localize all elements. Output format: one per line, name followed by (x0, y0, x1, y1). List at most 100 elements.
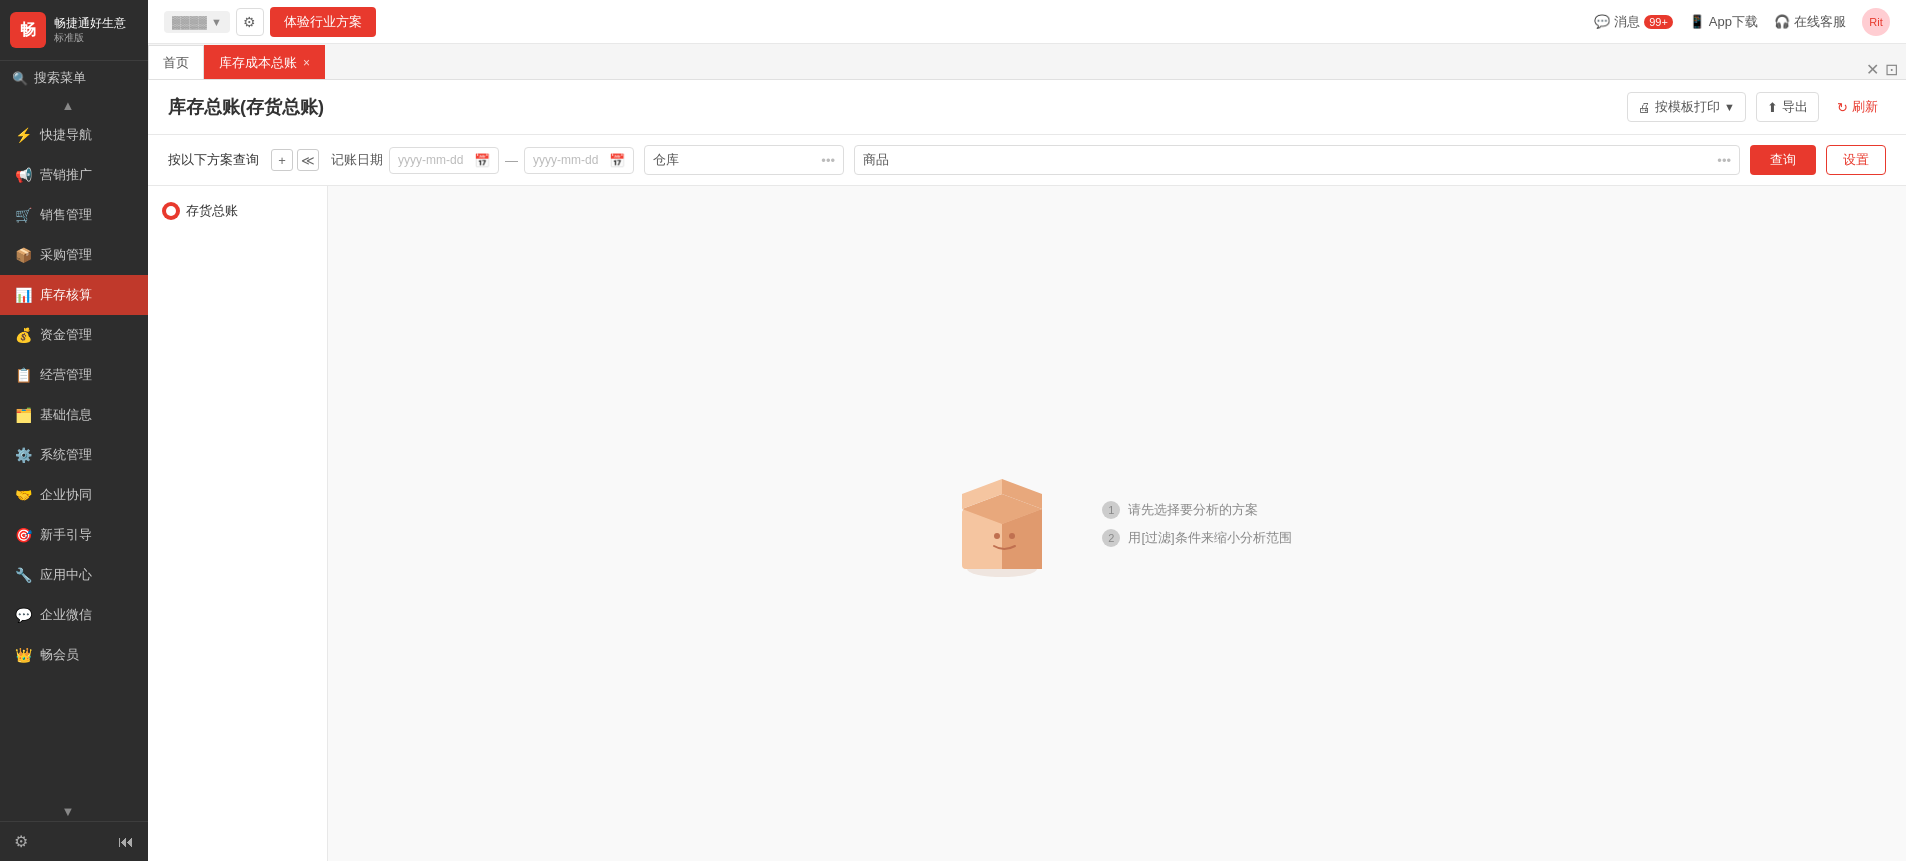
sidebar-footer: ⚙ ⏮ (0, 821, 148, 861)
app-download-button[interactable]: 📱 App下载 (1689, 13, 1758, 31)
settings-icon[interactable]: ⚙ (14, 832, 28, 851)
sidebar-item-label: 新手引导 (40, 526, 92, 544)
tab-home-label: 首页 (163, 54, 189, 72)
svg-point-7 (994, 533, 1000, 539)
tabs-right-controls: ✕ ⊡ (1866, 60, 1906, 79)
calendar-start-icon[interactable]: 📅 (474, 153, 490, 168)
date-start-input[interactable]: yyyy-mm-dd 📅 (389, 147, 499, 174)
product-label: 商品 (863, 151, 889, 169)
tab-close-panel-icon[interactable]: ✕ (1866, 60, 1879, 79)
warehouse-input[interactable]: 仓库 ••• (644, 145, 844, 175)
page-title: 库存总账(存货总账) (168, 95, 324, 119)
search-icon: 🔍 (12, 71, 28, 86)
member-icon: 👑 (14, 646, 32, 664)
sidebar-item-label: 资金管理 (40, 326, 92, 344)
calendar-end-icon[interactable]: 📅 (609, 153, 625, 168)
product-filter-field: 商品 ••• (854, 145, 1740, 175)
empty-state: 1 请先选择要分析的方案 2 用[过滤]条件来缩小分析范围 (328, 186, 1906, 861)
sidebar: 畅 畅捷通好生意 标准版 🔍 搜索菜单 ▲ ⚡ 快捷导航 📢 营销推广 🛒 销售… (0, 0, 148, 861)
message-button[interactable]: 💬 消息 99+ (1594, 13, 1673, 31)
tab-resize-icon[interactable]: ⊡ (1885, 60, 1898, 79)
sidebar-item-purchase[interactable]: 📦 采购管理 (0, 235, 148, 275)
sidebar-item-marketing[interactable]: 📢 营销推广 (0, 155, 148, 195)
topbar-gear-button[interactable]: ⚙ (236, 8, 264, 36)
refresh-button[interactable]: ↻ 刷新 (1829, 93, 1886, 121)
sales-icon: 🛒 (14, 206, 32, 224)
export-icon: ⬆ (1767, 100, 1778, 115)
settings-button[interactable]: 设置 (1826, 145, 1886, 175)
hint1-text: 请先选择要分析的方案 (1128, 501, 1258, 519)
refresh-label: 刷新 (1852, 98, 1878, 116)
search-menu-label: 搜索菜单 (34, 69, 86, 87)
filter-scheme-label: 按以下方案查询 (168, 151, 259, 169)
scheme-icon (162, 202, 180, 220)
sidebar-scroll-up[interactable]: ▲ (0, 95, 136, 115)
scheme-item-label: 存货总账 (186, 202, 238, 220)
breadcrumb-selector[interactable]: ▓▓▓▓ ▼ (164, 11, 230, 33)
tab-inventory-ledger[interactable]: 库存成本总账 × (204, 45, 325, 79)
tab-close-icon[interactable]: × (303, 56, 310, 70)
sidebar-item-label: 经营管理 (40, 366, 92, 384)
date-start-placeholder: yyyy-mm-dd (398, 153, 463, 167)
sidebar-item-wechat[interactable]: 💬 企业微信 (0, 595, 148, 635)
logo-icon: 畅 (10, 12, 46, 48)
product-input[interactable]: 商品 ••• (854, 145, 1740, 175)
sidebar-item-operations[interactable]: 📋 经营管理 (0, 355, 148, 395)
search-menu[interactable]: 🔍 搜索菜单 (0, 61, 148, 95)
sidebar-item-inventory[interactable]: 📊 库存核算 (0, 275, 148, 315)
template-print-button[interactable]: 🖨 按模板打印 ▼ (1627, 92, 1746, 122)
product-more-icon[interactable]: ••• (1717, 153, 1731, 168)
app-logo: 畅 畅捷通好生意 标准版 (0, 0, 148, 61)
app-name: 畅捷通好生意 (54, 15, 126, 32)
sidebar-item-finance[interactable]: 💰 资金管理 (0, 315, 148, 355)
sidebar-item-label: 企业微信 (40, 606, 92, 624)
sidebar-item-system[interactable]: ⚙️ 系统管理 (0, 435, 148, 475)
chevron-down-icon: ▼ (211, 16, 222, 28)
warehouse-more-icon[interactable]: ••• (821, 153, 835, 168)
sidebar-scroll-down[interactable]: ▼ (0, 801, 136, 821)
scheme-item-inventory[interactable]: 存货总账 (148, 194, 327, 228)
page-header: 库存总账(存货总账) 🖨 按模板打印 ▼ ⬆ 导出 ↻ 刷新 (148, 80, 1906, 135)
empty-hint-1: 1 请先选择要分析的方案 (1102, 501, 1291, 519)
sidebar-item-sales[interactable]: 🛒 销售管理 (0, 195, 148, 235)
filter-row: 记账日期 yyyy-mm-dd 📅 — yyyy-mm-dd 📅 仓库 ••• (331, 145, 1886, 175)
date-end-input[interactable]: yyyy-mm-dd 📅 (524, 147, 634, 174)
date-field-label: 记账日期 (331, 151, 383, 169)
sidebar-item-label: 销售管理 (40, 206, 92, 224)
purchase-icon: 📦 (14, 246, 32, 264)
filter-collapse-button[interactable]: ≪ (297, 149, 319, 171)
hint2-text: 用[过滤]条件来缩小分析范围 (1128, 529, 1291, 547)
filter-add-button[interactable]: + (271, 149, 293, 171)
sidebar-item-label: 营销推广 (40, 166, 92, 184)
sidebar-item-app-center[interactable]: 🔧 应用中心 (0, 555, 148, 595)
sidebar-item-label: 快捷导航 (40, 126, 92, 144)
filter-actions: + ≪ (271, 149, 319, 171)
app-download-label: App下载 (1709, 13, 1758, 31)
online-service-label: 在线客服 (1794, 13, 1846, 31)
breadcrumb-area: ▓▓▓▓ ▼ ⚙ 体验行业方案 (164, 7, 1584, 37)
sidebar-item-label: 应用中心 (40, 566, 92, 584)
export-button[interactable]: ⬆ 导出 (1756, 92, 1819, 122)
tab-home[interactable]: 首页 (148, 45, 204, 79)
template-print-chevron[interactable]: ▼ (1724, 101, 1735, 113)
sidebar-item-guide[interactable]: 🎯 新手引导 (0, 515, 148, 555)
sidebar-item-quick-nav[interactable]: ⚡ 快捷导航 (0, 115, 148, 155)
sidebar-item-label: 企业协同 (40, 486, 92, 504)
avatar: Rit (1862, 8, 1890, 36)
marketing-icon: 📢 (14, 166, 32, 184)
industry-solution-button[interactable]: 体验行业方案 (270, 7, 376, 37)
inventory-icon: 📊 (14, 286, 32, 304)
warehouse-label: 仓库 (653, 151, 679, 169)
date-separator: — (505, 153, 518, 168)
sidebar-item-enterprise[interactable]: 🤝 企业协同 (0, 475, 148, 515)
finance-icon: 💰 (14, 326, 32, 344)
sidebar-item-member[interactable]: 👑 畅会员 (0, 635, 148, 675)
sidebar-item-label: 系统管理 (40, 446, 92, 464)
user-menu[interactable]: Rit (1862, 8, 1890, 36)
collapse-icon[interactable]: ⏮ (118, 833, 134, 851)
sidebar-item-basic-info[interactable]: 🗂️ 基础信息 (0, 395, 148, 435)
online-service-button[interactable]: 🎧 在线客服 (1774, 13, 1846, 31)
message-icon: 💬 (1594, 14, 1610, 29)
query-button[interactable]: 查询 (1750, 145, 1816, 175)
message-label: 消息 (1614, 13, 1640, 31)
